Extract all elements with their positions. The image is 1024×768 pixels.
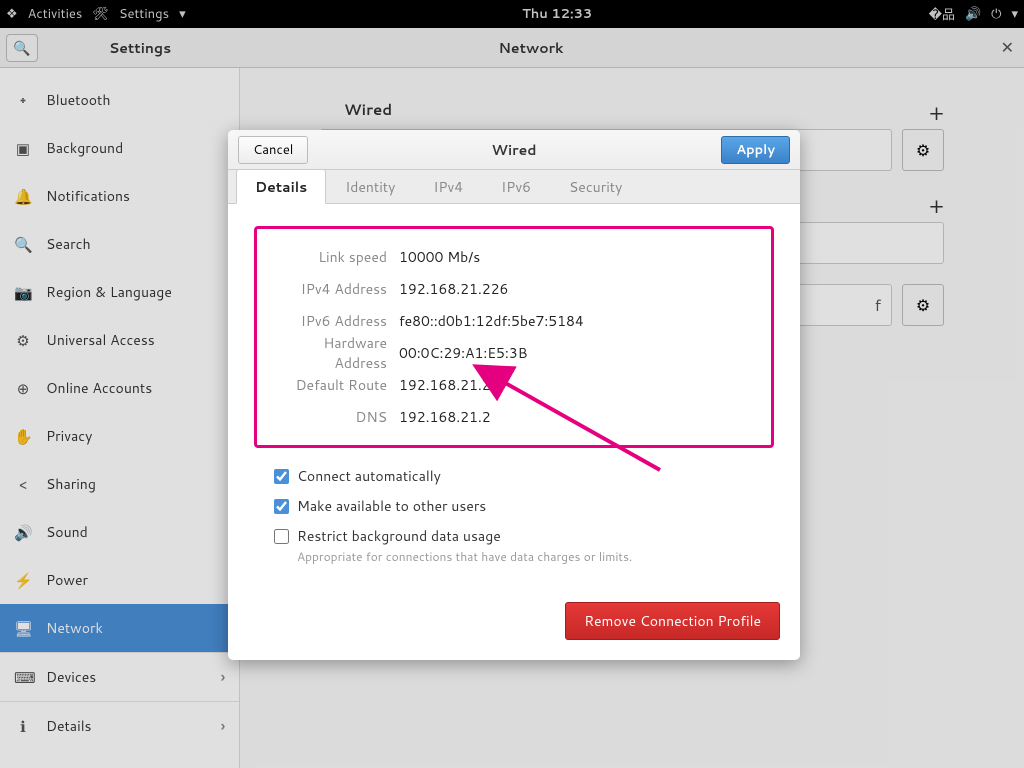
restrict-background-label: Restrict background data usage bbox=[297, 526, 501, 546]
connect-automatically-label: Connect automatically bbox=[297, 466, 441, 486]
ipv4-address-label: IPv4 Address bbox=[267, 279, 387, 299]
ipv6-address-value: fe80::d0b1:12df:5be7:5184 bbox=[399, 311, 584, 331]
link-speed-value: 10000 Mb/s bbox=[399, 247, 480, 267]
dialog-title: Wired bbox=[228, 140, 800, 160]
tab-ipv4[interactable]: IPv4 bbox=[414, 169, 482, 204]
restrict-background-checkbox[interactable] bbox=[274, 529, 289, 544]
dns-label: DNS bbox=[267, 407, 387, 427]
hardware-address-label: Hardware Address bbox=[267, 333, 387, 373]
restrict-background-sublabel: Appropriate for connections that have da… bbox=[297, 548, 632, 565]
tab-security[interactable]: Security bbox=[550, 169, 641, 204]
dns-value: 192.168.21.2 bbox=[399, 407, 491, 427]
tab-identity[interactable]: Identity bbox=[326, 169, 414, 204]
hardware-address-value: 00:0C:29:A1:E5:3B bbox=[399, 343, 527, 363]
restrict-background-row[interactable]: Restrict background data usage Appropria… bbox=[274, 526, 774, 566]
connect-automatically-checkbox[interactable] bbox=[274, 469, 289, 484]
default-route-label: Default Route bbox=[267, 375, 387, 395]
details-highlight-box: Link speed 10000 Mb/s IPv4 Address 192.168… bbox=[254, 226, 774, 448]
dialog-tabbar: Details Identity IPv4 IPv6 Security bbox=[228, 170, 800, 204]
available-other-users-row[interactable]: Make available to other users bbox=[274, 496, 774, 516]
available-other-users-label: Make available to other users bbox=[297, 496, 486, 516]
apply-button[interactable]: Apply bbox=[721, 136, 790, 164]
connect-automatically-row[interactable]: Connect automatically bbox=[274, 466, 774, 486]
available-other-users-checkbox[interactable] bbox=[274, 499, 289, 514]
tab-details[interactable]: Details bbox=[236, 169, 326, 204]
wired-connection-dialog: Cancel Wired Apply Details Identity IPv4… bbox=[228, 130, 800, 660]
default-route-value: 192.168.21.2 bbox=[399, 375, 491, 395]
dialog-header: Cancel Wired Apply bbox=[228, 130, 800, 170]
ipv4-address-value: 192.168.21.226 bbox=[399, 279, 508, 299]
ipv6-address-label: IPv6 Address bbox=[267, 311, 387, 331]
remove-connection-button[interactable]: Remove Connection Profile bbox=[565, 602, 780, 640]
link-speed-label: Link speed bbox=[267, 247, 387, 267]
tab-ipv6[interactable]: IPv6 bbox=[482, 169, 550, 204]
